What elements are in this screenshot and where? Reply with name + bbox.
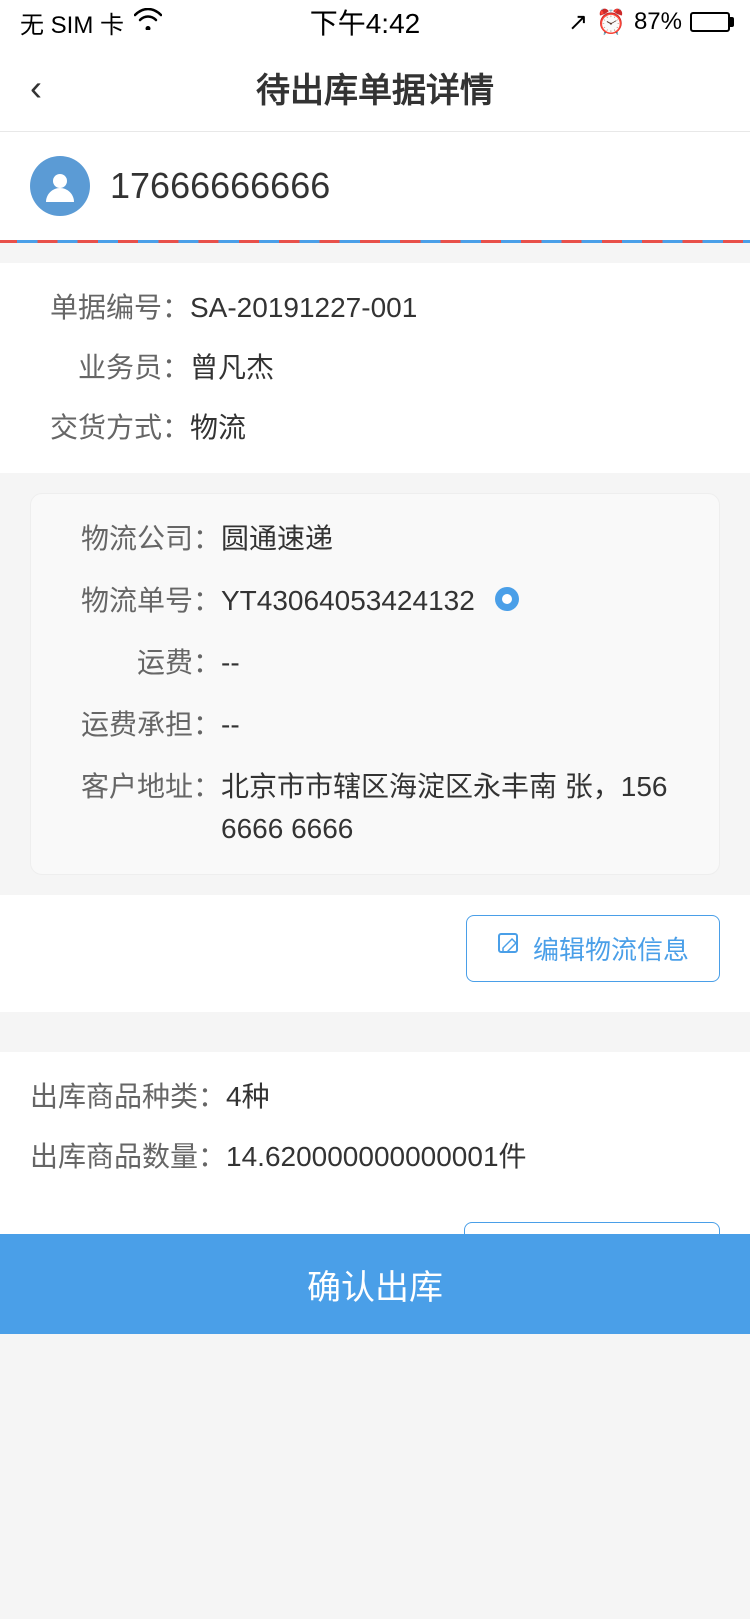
nav-bar: ‹ 待出库单据详情: [0, 44, 750, 132]
customer-phone: 17666666666: [110, 165, 330, 207]
products-quantity-label: 出库商品数量：: [30, 1136, 226, 1178]
back-button[interactable]: ‹: [30, 67, 42, 109]
section-divider-2: [0, 1012, 750, 1032]
delivery-label: 交货方式：: [30, 407, 190, 449]
edit-logistics-button[interactable]: 编辑物流信息: [466, 915, 720, 982]
main-content: 17666666666 单据编号： SA-20191227-001 业务员： 曾…: [0, 132, 750, 1619]
products-types-row: 出库商品种类： 4种: [30, 1076, 720, 1118]
freight-row: 运费： --: [61, 642, 689, 684]
battery-percentage: 87%: [634, 8, 682, 36]
freight-bearer-label: 运费承担：: [61, 704, 221, 746]
tracking-number: YT43064053424132: [221, 580, 475, 622]
products-types-label: 出库商品种类：: [30, 1076, 226, 1118]
address-row: 客户地址： 北京市市辖区海淀区永丰南 张，156 6666 6666: [61, 766, 689, 850]
confirm-bar[interactable]: 确认出库: [0, 1234, 750, 1334]
products-quantity-row: 出库商品数量： 14.620000000000001件: [30, 1136, 720, 1178]
page-title: 待出库单据详情: [256, 63, 494, 112]
staff-row: 业务员： 曾凡杰: [30, 347, 720, 389]
logistics-company-row: 物流公司： 圆通速递: [61, 518, 689, 560]
freight-bearer-value: --: [221, 704, 689, 746]
edit-icon: [497, 932, 523, 965]
delivery-row: 交货方式： 物流: [30, 407, 720, 449]
staff-value: 曾凡杰: [190, 347, 720, 389]
address-label: 客户地址：: [61, 766, 221, 808]
edit-logistics-label: 编辑物流信息: [533, 930, 689, 967]
logistics-card: 物流公司： 圆通速递 物流单号： YT43064053424132 运费： --: [30, 493, 720, 875]
confirm-button-label: 确认出库: [307, 1260, 443, 1309]
address-value: 北京市市辖区海淀区永丰南 张，156 6666 6666: [221, 766, 689, 850]
products-section: 出库商品种类： 4种 出库商品数量： 14.620000000000001件: [0, 1052, 750, 1202]
logistics-tracking-value: YT43064053424132: [221, 580, 523, 622]
freight-label: 运费：: [61, 642, 221, 684]
freight-value: --: [221, 642, 689, 684]
logistics-company-label: 物流公司：: [61, 518, 221, 560]
section-divider-1: [0, 243, 750, 263]
basic-info-section: 单据编号： SA-20191227-001 业务员： 曾凡杰 交货方式： 物流: [0, 263, 750, 473]
edit-logistics-area: 编辑物流信息: [0, 895, 750, 1012]
status-bar-time: 下午4:42: [310, 2, 421, 42]
order-no-value: SA-20191227-001: [190, 287, 720, 329]
customer-header: 17666666666: [0, 132, 750, 243]
products-quantity-value: 14.620000000000001件: [226, 1136, 720, 1178]
location-pin-icon[interactable]: [491, 585, 523, 617]
wifi-icon: [134, 8, 162, 37]
empty-space: [0, 1319, 750, 1519]
staff-label: 业务员：: [30, 347, 190, 389]
products-types-value: 4种: [226, 1076, 720, 1118]
status-bar: 无 SIM 卡 下午4:42 ↗ ⏰ 87%: [0, 0, 750, 44]
battery-icon: [690, 12, 730, 32]
delivery-value: 物流: [190, 407, 720, 449]
freight-bearer-row: 运费承担： --: [61, 704, 689, 746]
status-bar-right: ↗ ⏰ 87%: [568, 8, 730, 37]
avatar: [30, 156, 90, 216]
status-bar-left: 无 SIM 卡: [20, 5, 162, 40]
order-no-row: 单据编号： SA-20191227-001: [30, 287, 720, 329]
logistics-tracking-label: 物流单号：: [61, 580, 221, 622]
alarm-icon: ⏰: [596, 8, 626, 37]
order-no-label: 单据编号：: [30, 287, 190, 329]
carrier-text: 无 SIM 卡: [20, 5, 124, 40]
logistics-company-value: 圆通速递: [221, 518, 689, 560]
location-icon: ↗: [568, 8, 588, 37]
logistics-tracking-row: 物流单号： YT43064053424132: [61, 580, 689, 622]
